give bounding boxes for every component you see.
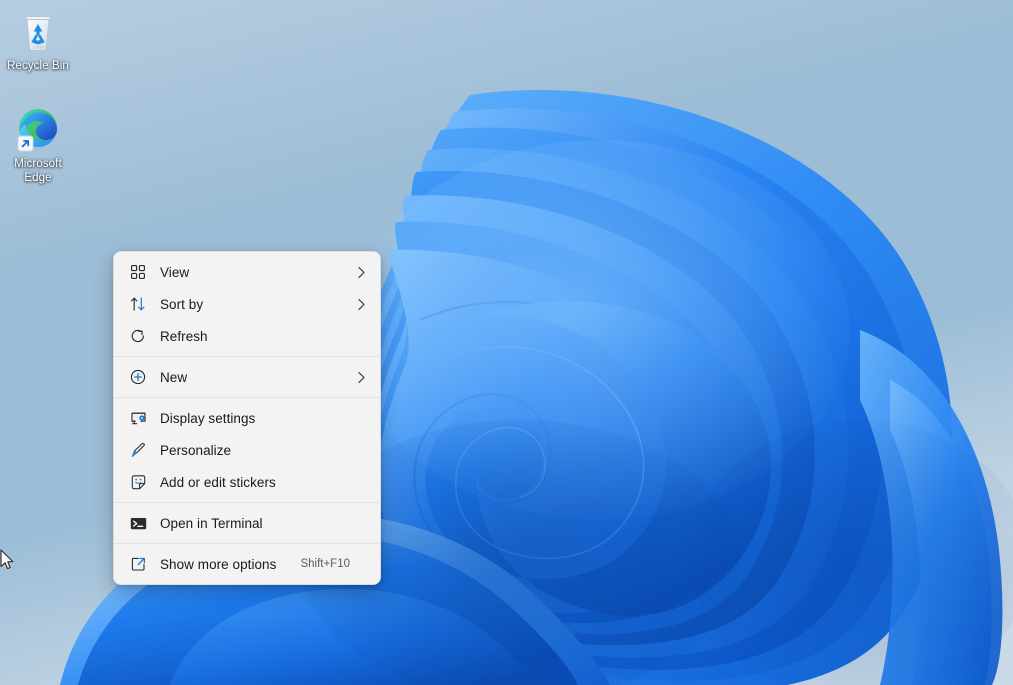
plus-circle-icon xyxy=(128,367,148,387)
terminal-icon xyxy=(128,513,148,533)
menu-item-label: Refresh xyxy=(160,328,208,344)
desktop-icon-label: Microsoft Edge xyxy=(14,158,62,184)
grid-view-icon xyxy=(128,262,148,282)
menu-item-display-settings[interactable]: Display settings xyxy=(118,402,376,434)
menu-item-accelerator: Shift+F10 xyxy=(300,558,350,570)
menu-item-label: Add or edit stickers xyxy=(160,474,276,490)
menu-item-open-in-terminal[interactable]: Open in Terminal xyxy=(118,507,376,539)
chevron-right-icon xyxy=(354,266,368,279)
menu-item-new[interactable]: New xyxy=(118,361,376,393)
menu-item-show-more-options[interactable]: Show more options Shift+F10 xyxy=(118,548,376,580)
recycle-bin-icon xyxy=(14,8,62,56)
menu-item-label: New xyxy=(160,369,188,385)
desktop[interactable]: Recycle Bin Microsoft Edge View Sort by … xyxy=(0,0,1013,685)
desktop-icon-recycle-bin[interactable]: Recycle Bin xyxy=(0,8,76,73)
menu-item-view[interactable]: View xyxy=(118,256,376,288)
expand-arrow-icon xyxy=(128,554,148,574)
menu-item-sort-by[interactable]: Sort by xyxy=(118,288,376,320)
menu-separator xyxy=(114,356,380,357)
sticker-icon xyxy=(128,472,148,492)
menu-item-label: Open in Terminal xyxy=(160,515,263,531)
menu-separator xyxy=(114,397,380,398)
menu-item-label: Personalize xyxy=(160,442,232,458)
desktop-icon-microsoft-edge[interactable]: Microsoft Edge xyxy=(0,106,76,185)
menu-item-label: Show more options xyxy=(160,556,277,572)
menu-separator xyxy=(114,502,380,503)
chevron-right-icon xyxy=(354,371,368,384)
paintbrush-icon xyxy=(128,440,148,460)
menu-item-personalize[interactable]: Personalize xyxy=(118,434,376,466)
menu-item-label: View xyxy=(160,264,190,280)
chevron-right-icon xyxy=(354,298,368,311)
menu-item-label: Display settings xyxy=(160,410,256,426)
menu-item-refresh[interactable]: Refresh xyxy=(118,320,376,352)
desktop-context-menu[interactable]: View Sort by Refresh New Display setting… xyxy=(113,251,381,585)
refresh-icon xyxy=(128,326,148,346)
desktop-icon-label: Recycle Bin xyxy=(7,60,69,72)
menu-item-label: Sort by xyxy=(160,296,204,312)
sort-arrows-icon xyxy=(128,294,148,314)
menu-item-add-or-edit-stickers[interactable]: Add or edit stickers xyxy=(118,466,376,498)
edge-icon xyxy=(14,106,62,154)
monitor-gear-icon xyxy=(128,408,148,428)
menu-separator xyxy=(114,543,380,544)
